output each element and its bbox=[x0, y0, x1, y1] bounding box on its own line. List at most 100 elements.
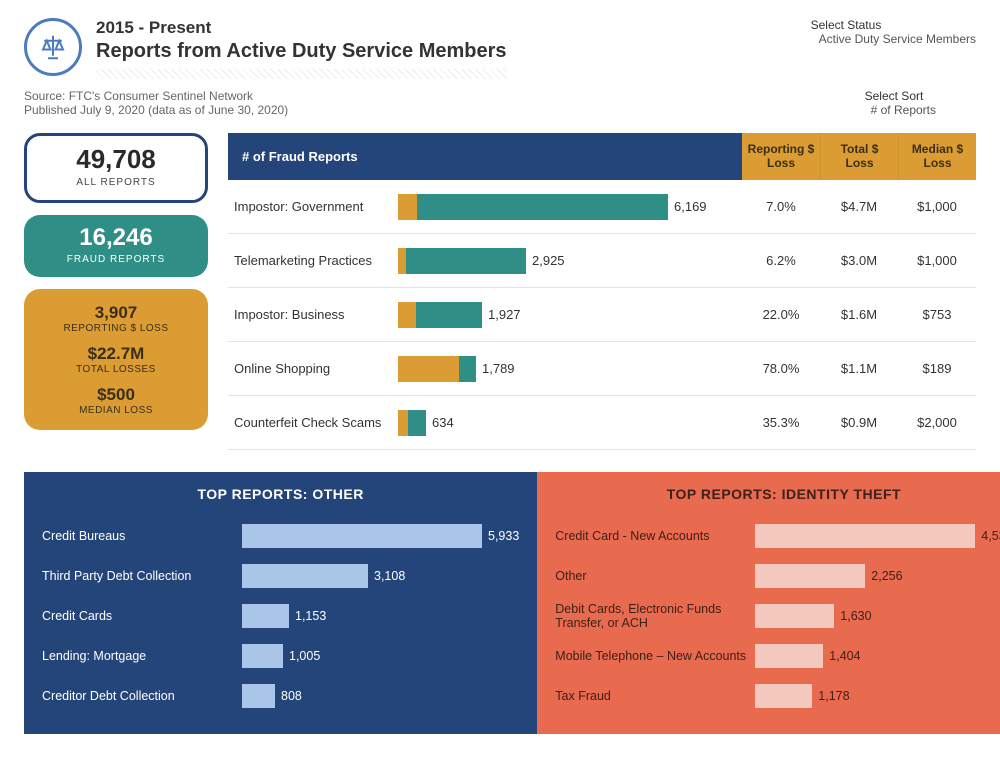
fraud-row[interactable]: Impostor: Business1,92722.0%$1.6M$753 bbox=[228, 288, 976, 342]
panel-row[interactable]: Credit Card - New Accounts 4,531 bbox=[555, 516, 1000, 556]
divider bbox=[96, 69, 507, 79]
source-block: Source: FTC's Consumer Sentinel Network … bbox=[24, 89, 288, 117]
all-reports-card[interactable]: 49,708 ALL REPORTS bbox=[24, 133, 208, 203]
median-loss-label: MEDIAN LOSS bbox=[32, 405, 200, 416]
ftc-seal-icon bbox=[24, 18, 82, 76]
fraud-row[interactable]: Impostor: Government 6,169 7.0%$4.7M$1,000 bbox=[228, 180, 976, 234]
fraud-median-loss: $1,000 bbox=[898, 253, 976, 268]
panel-bar: 1,178 bbox=[755, 684, 1000, 708]
fraud-row[interactable]: Counterfeit Check Scams63435.3%$0.9M$2,0… bbox=[228, 396, 976, 450]
panel-row[interactable]: Third Party Debt Collection 3,108 bbox=[42, 556, 519, 596]
panel-row[interactable]: Mobile Telephone – New Accounts1,404 bbox=[555, 636, 1000, 676]
fraud-count: 6,169 bbox=[674, 199, 707, 214]
panel-category: Credit Card - New Accounts bbox=[555, 529, 755, 543]
fraud-table: # of Fraud Reports Reporting $ Loss Tota… bbox=[228, 133, 976, 450]
status-label: Select Status bbox=[811, 18, 976, 32]
fraud-reporting-pct: 22.0% bbox=[742, 307, 820, 322]
fraud-median-loss: $1,000 bbox=[898, 199, 976, 214]
fraud-count: 1,927 bbox=[488, 307, 521, 322]
fraud-category: Impostor: Government bbox=[228, 199, 398, 214]
median-loss-value: $500 bbox=[32, 385, 200, 405]
panel-count: 1,005 bbox=[289, 649, 320, 663]
fraud-reporting-pct: 7.0% bbox=[742, 199, 820, 214]
fraud-table-header-total: Total $ Loss bbox=[820, 133, 898, 180]
reporting-loss-value: 3,907 bbox=[32, 303, 200, 323]
source-line: Source: FTC's Consumer Sentinel Network bbox=[24, 89, 288, 103]
panel-count: 4,531 bbox=[981, 529, 1000, 543]
reporting-loss-label: REPORTING $ LOSS bbox=[32, 323, 200, 334]
panel-category: Credit Cards bbox=[42, 609, 242, 623]
fraud-category: Counterfeit Check Scams bbox=[228, 415, 398, 430]
panel-identity-title: TOP REPORTS: IDENTITY THEFT bbox=[555, 486, 1000, 502]
fraud-category: Telemarketing Practices bbox=[228, 253, 398, 268]
panel-row[interactable]: Lending: Mortgage 1,005 bbox=[42, 636, 519, 676]
fraud-bar: 1,789 bbox=[398, 354, 742, 384]
fraud-total-loss: $1.1M bbox=[820, 361, 898, 376]
panel-bar: 1,005 bbox=[242, 644, 519, 668]
fraud-bar: 6,169 bbox=[398, 192, 742, 222]
fraud-reporting-pct: 78.0% bbox=[742, 361, 820, 376]
sort-label: Select Sort bbox=[865, 89, 936, 103]
sort-selector[interactable]: Select Sort # of Reports bbox=[865, 89, 936, 117]
panel-bar: 2,256 bbox=[755, 564, 1000, 588]
panel-count: 5,933 bbox=[488, 529, 519, 543]
panel-count: 1,630 bbox=[840, 609, 871, 623]
panel-row[interactable]: Tax Fraud 1,178 bbox=[555, 676, 1000, 716]
fraud-reports-value: 16,246 bbox=[32, 225, 200, 250]
panel-bar: 1,153 bbox=[242, 604, 519, 628]
panel-other: TOP REPORTS: OTHER Credit Bureaus 5,933 Th… bbox=[24, 472, 537, 734]
all-reports-value: 49,708 bbox=[35, 146, 197, 173]
fraud-category: Online Shopping bbox=[228, 361, 398, 376]
status-value: Active Duty Service Members bbox=[819, 32, 976, 46]
fraud-reporting-pct: 6.2% bbox=[742, 253, 820, 268]
panel-category: Third Party Debt Collection bbox=[42, 569, 242, 583]
panel-row[interactable]: Debit Cards, Electronic Funds Transfer, … bbox=[555, 596, 1000, 636]
loss-summary-card: 3,907 REPORTING $ LOSS $22.7M TOTAL LOSS… bbox=[24, 289, 208, 430]
panel-bar: 3,108 bbox=[242, 564, 519, 588]
fraud-row[interactable]: Online Shopping 1,789 78.0%$1.1M$189 bbox=[228, 342, 976, 396]
fraud-median-loss: $189 bbox=[898, 361, 976, 376]
fraud-reporting-pct: 35.3% bbox=[742, 415, 820, 430]
fraud-row[interactable]: Telemarketing Practices 2,925 6.2%$3.0M$1,… bbox=[228, 234, 976, 288]
fraud-total-loss: $3.0M bbox=[820, 253, 898, 268]
panel-category: Credit Bureaus bbox=[42, 529, 242, 543]
panel-row[interactable]: Credit Bureaus 5,933 bbox=[42, 516, 519, 556]
panel-count: 1,178 bbox=[818, 689, 849, 703]
panel-other-title: TOP REPORTS: OTHER bbox=[42, 486, 519, 502]
panel-identity-theft: TOP REPORTS: IDENTITY THEFT Credit Card … bbox=[537, 472, 1000, 734]
panel-row[interactable]: Creditor Debt Collection 808 bbox=[42, 676, 519, 716]
page-title: Reports from Active Duty Service Members bbox=[96, 40, 507, 63]
fraud-bar: 1,927 bbox=[398, 300, 742, 330]
panel-bar: 808 bbox=[242, 684, 519, 708]
status-selector[interactable]: Select Status Active Duty Service Member… bbox=[811, 18, 976, 46]
panel-category: Lending: Mortgage bbox=[42, 649, 242, 663]
fraud-median-loss: $753 bbox=[898, 307, 976, 322]
panel-category: Mobile Telephone – New Accounts bbox=[555, 649, 755, 663]
panel-category: Debit Cards, Electronic Funds Transfer, … bbox=[555, 602, 755, 631]
fraud-count: 634 bbox=[432, 415, 454, 430]
panel-count: 3,108 bbox=[374, 569, 405, 583]
fraud-total-loss: $4.7M bbox=[820, 199, 898, 214]
fraud-table-header-reporting: Reporting $ Loss bbox=[742, 133, 820, 180]
period-title: 2015 - Present bbox=[96, 18, 507, 38]
panel-row[interactable]: Credit Cards 1,153 bbox=[42, 596, 519, 636]
fraud-reports-label: FRAUD REPORTS bbox=[32, 254, 200, 265]
panel-row[interactable]: Other2,256 bbox=[555, 556, 1000, 596]
panel-category: Creditor Debt Collection bbox=[42, 689, 242, 703]
fraud-table-header-main: # of Fraud Reports bbox=[228, 133, 742, 180]
fraud-bar: 2,925 bbox=[398, 246, 742, 276]
total-loss-label: TOTAL LOSSES bbox=[32, 364, 200, 375]
panel-category: Other bbox=[555, 569, 755, 583]
panel-count: 1,153 bbox=[295, 609, 326, 623]
panel-bar: 1,630 bbox=[755, 604, 1000, 628]
fraud-count: 2,925 bbox=[532, 253, 565, 268]
panel-category: Tax Fraud bbox=[555, 689, 755, 703]
panel-count: 808 bbox=[281, 689, 302, 703]
fraud-count: 1,789 bbox=[482, 361, 515, 376]
fraud-bar: 634 bbox=[398, 408, 742, 438]
fraud-reports-card[interactable]: 16,246 FRAUD REPORTS bbox=[24, 215, 208, 277]
fraud-total-loss: $0.9M bbox=[820, 415, 898, 430]
panel-bar: 1,404 bbox=[755, 644, 1000, 668]
fraud-category: Impostor: Business bbox=[228, 307, 398, 322]
panel-bar: 4,531 bbox=[755, 524, 1000, 548]
